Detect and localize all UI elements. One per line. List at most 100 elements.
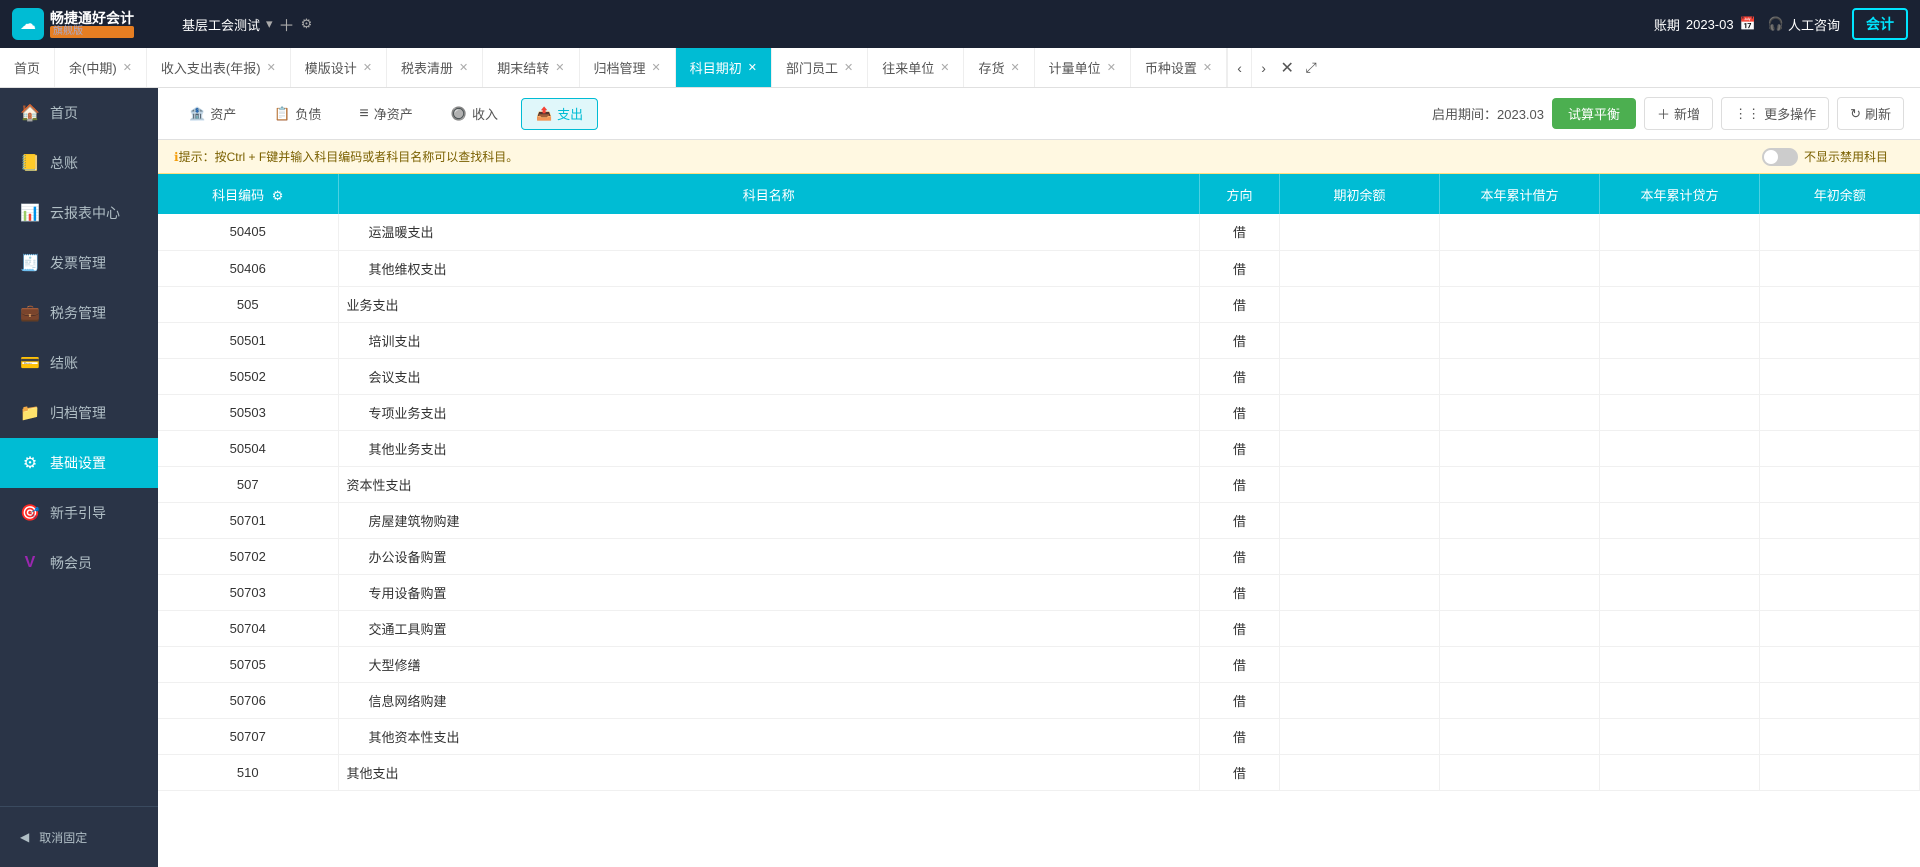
sidebar-collapse-button[interactable]: ◀ 取消固定 <box>0 817 158 857</box>
tab-close-all[interactable]: ✕ <box>1275 48 1299 88</box>
filter-tab-liabilities[interactable]: 📋 负债 <box>259 98 336 130</box>
cell-ytd-credit <box>1600 682 1760 718</box>
sidebar-item-invoice[interactable]: 🧾 发票管理 <box>0 238 158 288</box>
tab-subject-period[interactable]: 科目期初 ✕ <box>676 48 772 88</box>
filter-tab-expenses[interactable]: 📤 支出 <box>521 98 598 130</box>
table-settings-icon[interactable]: ⚙ <box>272 188 284 204</box>
tab-income-annual-close[interactable]: ✕ <box>267 61 276 74</box>
table-row[interactable]: 510 其他支出 借 <box>158 754 1920 790</box>
sidebar-item-reports[interactable]: 📊 云报表中心 <box>0 188 158 238</box>
sidebar-item-member[interactable]: V 畅会员 <box>0 538 158 588</box>
cell-ytd-credit <box>1600 250 1760 286</box>
tab-archive-mgmt-close[interactable]: ✕ <box>652 61 661 74</box>
tab-currency-settings[interactable]: 币种设置 ✕ <box>1131 48 1227 88</box>
cell-direction: 借 <box>1200 682 1280 718</box>
table-row[interactable]: 50705 大型修缮 借 <box>158 646 1920 682</box>
tab-inventory[interactable]: 存货 ✕ <box>964 48 1034 88</box>
cell-ytd-debit <box>1440 358 1600 394</box>
tab-period-end[interactable]: 期末结转 ✕ <box>483 48 579 88</box>
tab-measure-unit-close[interactable]: ✕ <box>1107 61 1116 74</box>
table-row[interactable]: 50702 办公设备购置 借 <box>158 538 1920 574</box>
cell-direction: 借 <box>1200 358 1280 394</box>
table-row[interactable]: 50707 其他资本性支出 借 <box>158 718 1920 754</box>
table-row[interactable]: 50502 会议支出 借 <box>158 358 1920 394</box>
refresh-button[interactable]: ↻ 刷新 <box>1837 97 1904 130</box>
headset-icon: 🎧 <box>1768 16 1784 32</box>
table-row[interactable]: 50501 培训支出 借 <box>158 322 1920 358</box>
cell-name: 其他维权支出 <box>338 250 1200 286</box>
table-row[interactable]: 50704 交通工具购置 借 <box>158 610 1920 646</box>
tab-currency-settings-close[interactable]: ✕ <box>1203 61 1212 74</box>
cell-opening <box>1280 754 1440 790</box>
tab-template-design[interactable]: 模版设计 ✕ <box>291 48 387 88</box>
tab-subject-period-close[interactable]: ✕ <box>748 61 757 74</box>
tab-client-unit-close[interactable]: ✕ <box>940 61 949 74</box>
tab-client-unit[interactable]: 往来单位 ✕ <box>868 48 964 88</box>
sidebar-item-tax[interactable]: 💼 税务管理 <box>0 288 158 338</box>
company-settings-icon[interactable]: ⚙ <box>301 16 313 32</box>
cell-opening <box>1280 682 1440 718</box>
tab-client-unit-label: 往来单位 <box>882 58 934 77</box>
table-row[interactable]: 50706 信息网络购建 借 <box>158 682 1920 718</box>
filter-tab-liabilities-label: 负债 <box>295 104 321 123</box>
cell-ytd-balance <box>1760 214 1920 250</box>
cell-ytd-credit <box>1600 502 1760 538</box>
kuaiji-button[interactable]: 会计 <box>1852 8 1908 40</box>
toggle-bar: 不显示禁用科目 <box>1762 148 1888 166</box>
table-row[interactable]: 50503 专项业务支出 借 <box>158 394 1920 430</box>
more-icon: ⋮⋮ <box>1734 106 1760 122</box>
cell-ytd-credit <box>1600 358 1760 394</box>
cell-ytd-debit <box>1440 538 1600 574</box>
filter-tab-assets[interactable]: 🏦 资产 <box>174 98 251 130</box>
tab-nav-next[interactable]: › <box>1251 48 1275 88</box>
tab-measure-unit[interactable]: 计量单位 ✕ <box>1035 48 1131 88</box>
tab-template-design-close[interactable]: ✕ <box>363 61 372 74</box>
table-row[interactable]: 50701 房屋建筑物购建 借 <box>158 502 1920 538</box>
tab-income-annual[interactable]: 收入支出表(年报) ✕ <box>147 48 291 88</box>
tab-balance-mid[interactable]: 余(中期) ✕ <box>55 48 147 88</box>
table-row[interactable]: 507 资本性支出 借 <box>158 466 1920 502</box>
more-operations-button[interactable]: ⋮⋮ 更多操作 <box>1721 97 1829 130</box>
cell-ytd-debit <box>1440 430 1600 466</box>
add-company-button[interactable]: ＋ <box>279 12 295 36</box>
tab-nav-prev[interactable]: ‹ <box>1227 48 1251 88</box>
tab-subject-period-label: 科目期初 <box>690 58 742 77</box>
tab-dept-staff[interactable]: 部门员工 ✕ <box>772 48 868 88</box>
tab-tax-clear[interactable]: 税表清册 ✕ <box>387 48 483 88</box>
tab-inventory-close[interactable]: ✕ <box>1010 61 1019 74</box>
calendar-icon[interactable]: 📅 <box>1740 16 1756 32</box>
ai-consult-button[interactable]: 🎧 人工咨询 <box>1768 15 1840 34</box>
sidebar-item-archive[interactable]: 📁 归档管理 <box>0 388 158 438</box>
tab-dept-staff-close[interactable]: ✕ <box>844 61 853 74</box>
table-row[interactable]: 50504 其他业务支出 借 <box>158 430 1920 466</box>
tab-expand[interactable]: ⤢ <box>1299 48 1323 88</box>
cell-ytd-balance <box>1760 682 1920 718</box>
cell-ytd-credit <box>1600 754 1760 790</box>
cell-ytd-balance <box>1760 466 1920 502</box>
table-row[interactable]: 50405 运温暖支出 借 <box>158 214 1920 250</box>
add-button[interactable]: ＋ 新增 <box>1644 97 1713 130</box>
cell-code: 50706 <box>158 682 338 718</box>
sidebar-item-settlement[interactable]: 💳 结账 <box>0 338 158 388</box>
tab-tax-clear-close[interactable]: ✕ <box>459 61 468 74</box>
table-row[interactable]: 50406 其他维权支出 借 <box>158 250 1920 286</box>
table-container[interactable]: 科目编码 ⚙ 科目名称 方向 期初余额 本年累计借方 本年累计贷方 年初余额 5… <box>158 174 1920 867</box>
sidebar-item-home[interactable]: 🏠 首页 <box>0 88 158 138</box>
toggle-disabled-subjects[interactable] <box>1762 148 1798 166</box>
table-row[interactable]: 505 业务支出 借 <box>158 286 1920 322</box>
tab-archive-mgmt[interactable]: 归档管理 ✕ <box>580 48 676 88</box>
sidebar-item-settings[interactable]: ⚙ 基础设置 <box>0 438 158 488</box>
tab-period-end-close[interactable]: ✕ <box>555 61 564 74</box>
filter-tab-net-assets[interactable]: ≡ 净资产 <box>344 98 427 130</box>
cell-opening <box>1280 250 1440 286</box>
calc-balance-button[interactable]: 试算平衡 <box>1552 98 1636 129</box>
tab-home[interactable]: 首页 <box>0 48 55 88</box>
sidebar-item-guide[interactable]: 🎯 新手引导 <box>0 488 158 538</box>
filter-tab-income[interactable]: 🔘 收入 <box>436 98 513 130</box>
company-dropdown-arrow[interactable]: ▾ <box>266 16 273 32</box>
sidebar-item-ledger[interactable]: 📒 总账 <box>0 138 158 188</box>
col-header-name: 科目名称 <box>338 174 1200 214</box>
table-row[interactable]: 50703 专用设备购置 借 <box>158 574 1920 610</box>
cell-code: 50703 <box>158 574 338 610</box>
tab-balance-mid-close[interactable]: ✕ <box>123 61 132 74</box>
